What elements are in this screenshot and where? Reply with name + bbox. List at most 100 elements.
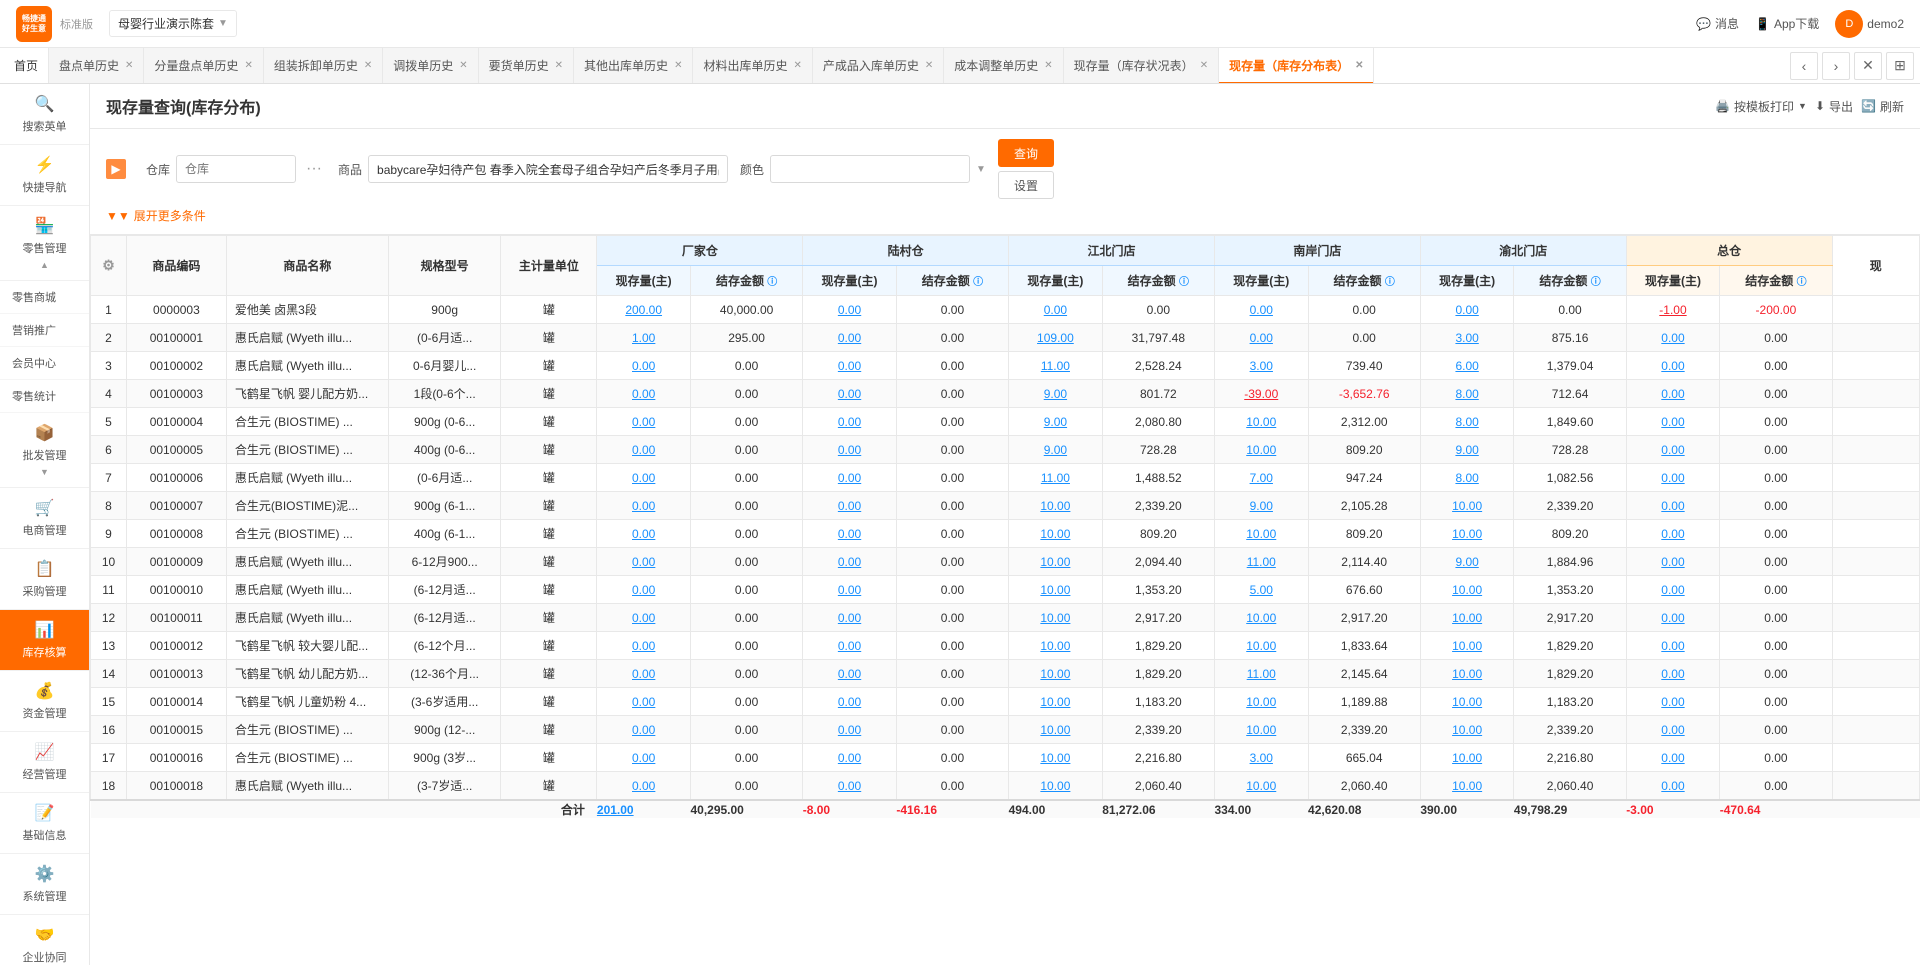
tab-yaohuo[interactable]: 要货单历史 ✕ xyxy=(479,48,574,84)
cell-c1-qty[interactable]: 0.00 xyxy=(597,772,691,801)
cell-c1-qty[interactable]: 200.00 xyxy=(597,296,691,324)
cell-c5-qty[interactable]: 10.00 xyxy=(1420,744,1514,772)
cell-c5-qty[interactable]: 10.00 xyxy=(1420,660,1514,688)
cell-c2-qty[interactable]: 0.00 xyxy=(803,464,897,492)
cell-c4-qty[interactable]: 10.00 xyxy=(1214,436,1308,464)
tab-chancheng[interactable]: 产成品入库单历史 ✕ xyxy=(813,48,944,84)
cell-total-qty[interactable]: 0.00 xyxy=(1626,464,1720,492)
cell-c5-qty[interactable]: 0.00 xyxy=(1420,296,1514,324)
cell-c4-qty[interactable]: 10.00 xyxy=(1214,520,1308,548)
tab-qitachu[interactable]: 其他出库单历史 ✕ xyxy=(574,48,693,84)
cell-c5-qty[interactable]: 8.00 xyxy=(1420,380,1514,408)
footer-c3-qty[interactable]: 494.00 xyxy=(1009,800,1103,818)
tab-close-icon[interactable]: ✕ xyxy=(459,60,467,71)
cell-c3-qty[interactable]: 10.00 xyxy=(1009,688,1103,716)
cell-c2-qty[interactable]: 0.00 xyxy=(803,548,897,576)
tab-close-icon[interactable]: ✕ xyxy=(793,60,801,71)
cell-c3-qty[interactable]: 10.00 xyxy=(1009,576,1103,604)
tab-close-icon[interactable]: ✕ xyxy=(674,60,682,71)
cell-c4-qty[interactable]: 7.00 xyxy=(1214,464,1308,492)
footer-c5-qty[interactable]: 390.00 xyxy=(1420,800,1514,818)
user-area[interactable]: D demo2 xyxy=(1835,10,1904,38)
tab-close-icon[interactable]: ✕ xyxy=(244,60,252,71)
cell-c1-qty[interactable]: 0.00 xyxy=(597,716,691,744)
sidebar-item-finance[interactable]: 💰 资金管理 xyxy=(0,671,89,732)
sidebar-item-base[interactable]: 📝 基础信息 xyxy=(0,793,89,854)
cell-c3-qty[interactable]: 10.00 xyxy=(1009,604,1103,632)
cell-c4-qty[interactable]: -39.00 xyxy=(1214,380,1308,408)
cell-total-qty[interactable]: 0.00 xyxy=(1626,688,1720,716)
cell-total-qty[interactable]: 0.00 xyxy=(1626,576,1720,604)
cell-c3-qty[interactable]: 10.00 xyxy=(1009,660,1103,688)
cell-c4-qty[interactable]: 10.00 xyxy=(1214,408,1308,436)
cell-c4-qty[interactable]: 3.00 xyxy=(1214,352,1308,380)
cell-c2-qty[interactable]: 0.00 xyxy=(803,716,897,744)
tab-close-all-btn[interactable]: ✕ xyxy=(1854,52,1882,80)
cell-c3-qty[interactable]: 10.00 xyxy=(1009,716,1103,744)
cell-c1-qty[interactable]: 1.00 xyxy=(597,324,691,352)
sidebar-sub-huiyuan[interactable]: 会员中心 xyxy=(0,347,89,380)
cell-c2-qty[interactable]: 0.00 xyxy=(803,352,897,380)
tab-xiancun1[interactable]: 现存量（库存状况表） ✕ xyxy=(1064,48,1219,84)
footer-c2-qty[interactable]: -8.00 xyxy=(803,800,897,818)
cell-c1-qty[interactable]: 0.00 xyxy=(597,520,691,548)
cell-c5-qty[interactable]: 10.00 xyxy=(1420,492,1514,520)
tab-pandian[interactable]: 盘点单历史 ✕ xyxy=(49,48,144,84)
sidebar-item-search[interactable]: 🔍 搜索英单 xyxy=(0,84,89,145)
cell-c3-qty[interactable]: 9.00 xyxy=(1009,436,1103,464)
cell-c1-qty[interactable]: 0.00 xyxy=(597,632,691,660)
cell-c2-qty[interactable]: 0.00 xyxy=(803,660,897,688)
footer-total-qty[interactable]: -3.00 xyxy=(1626,800,1720,818)
cell-c1-qty[interactable]: 0.00 xyxy=(597,688,691,716)
cell-c5-qty[interactable]: 8.00 xyxy=(1420,408,1514,436)
cell-c5-qty[interactable]: 10.00 xyxy=(1420,632,1514,660)
cell-c2-qty[interactable]: 0.00 xyxy=(803,632,897,660)
cell-total-qty[interactable]: 0.00 xyxy=(1626,408,1720,436)
sidebar-item-retail[interactable]: 🏪 零售管理 ▲ xyxy=(0,206,89,281)
cell-c3-qty[interactable]: 11.00 xyxy=(1009,464,1103,492)
cell-c4-qty[interactable]: 10.00 xyxy=(1214,772,1308,801)
industry-selector[interactable]: 母婴行业演示陈套 ▼ xyxy=(109,10,237,37)
cell-c2-qty[interactable]: 0.00 xyxy=(803,688,897,716)
expand-more-btn[interactable]: ▼▼ 展开更多条件 xyxy=(106,207,1904,224)
cell-c3-qty[interactable]: 10.00 xyxy=(1009,632,1103,660)
cell-total-qty[interactable]: 0.00 xyxy=(1626,520,1720,548)
tab-cailiao[interactable]: 材料出库单历史 ✕ xyxy=(693,48,812,84)
cell-c2-qty[interactable]: 0.00 xyxy=(803,744,897,772)
sidebar-item-nav[interactable]: ⚡ 快捷导航 xyxy=(0,145,89,206)
cell-c4-qty[interactable]: 5.00 xyxy=(1214,576,1308,604)
tab-close-icon[interactable]: ✕ xyxy=(1200,60,1208,71)
tab-expand-btn[interactable]: ⊞ xyxy=(1886,52,1914,80)
message-btn[interactable]: 💬 消息 xyxy=(1696,15,1739,32)
footer-c4-qty[interactable]: 334.00 xyxy=(1214,800,1308,818)
cell-c4-qty[interactable]: 9.00 xyxy=(1214,492,1308,520)
color-input[interactable] xyxy=(770,155,970,183)
cell-c1-qty[interactable]: 0.00 xyxy=(597,744,691,772)
cell-c4-qty[interactable]: 10.00 xyxy=(1214,604,1308,632)
warehouse-input[interactable] xyxy=(176,155,296,183)
cell-c3-qty[interactable]: 9.00 xyxy=(1009,380,1103,408)
cell-c1-qty[interactable]: 0.00 xyxy=(597,464,691,492)
cell-c3-qty[interactable]: 10.00 xyxy=(1009,492,1103,520)
cell-c5-qty[interactable]: 10.00 xyxy=(1420,604,1514,632)
tab-chengben[interactable]: 成本调整单历史 ✕ xyxy=(944,48,1063,84)
sidebar-sub-lingshang[interactable]: 零售商城 xyxy=(0,281,89,314)
cell-c3-qty[interactable]: 10.00 xyxy=(1009,548,1103,576)
tab-close-icon[interactable]: ✕ xyxy=(1355,60,1363,71)
cell-c2-qty[interactable]: 0.00 xyxy=(803,604,897,632)
sidebar-sub-yingxiao[interactable]: 营销推广 xyxy=(0,314,89,347)
cell-c3-qty[interactable]: 9.00 xyxy=(1009,408,1103,436)
cell-c4-qty[interactable]: 0.00 xyxy=(1214,296,1308,324)
cell-c1-qty[interactable]: 0.00 xyxy=(597,548,691,576)
cell-c1-qty[interactable]: 0.00 xyxy=(597,492,691,520)
query-btn[interactable]: 查询 xyxy=(998,139,1054,167)
cell-total-qty[interactable]: 0.00 xyxy=(1626,352,1720,380)
tab-close-icon[interactable]: ✕ xyxy=(125,60,133,71)
cell-c4-qty[interactable]: 10.00 xyxy=(1214,632,1308,660)
sidebar-item-ecom[interactable]: 🛒 电商管理 xyxy=(0,488,89,549)
sidebar-item-purchase[interactable]: 📋 采购管理 xyxy=(0,549,89,610)
color-dropdown-icon[interactable]: ▼ xyxy=(976,164,986,175)
cell-c2-qty[interactable]: 0.00 xyxy=(803,408,897,436)
cell-c3-qty[interactable]: 10.00 xyxy=(1009,772,1103,801)
cell-c2-qty[interactable]: 0.00 xyxy=(803,576,897,604)
